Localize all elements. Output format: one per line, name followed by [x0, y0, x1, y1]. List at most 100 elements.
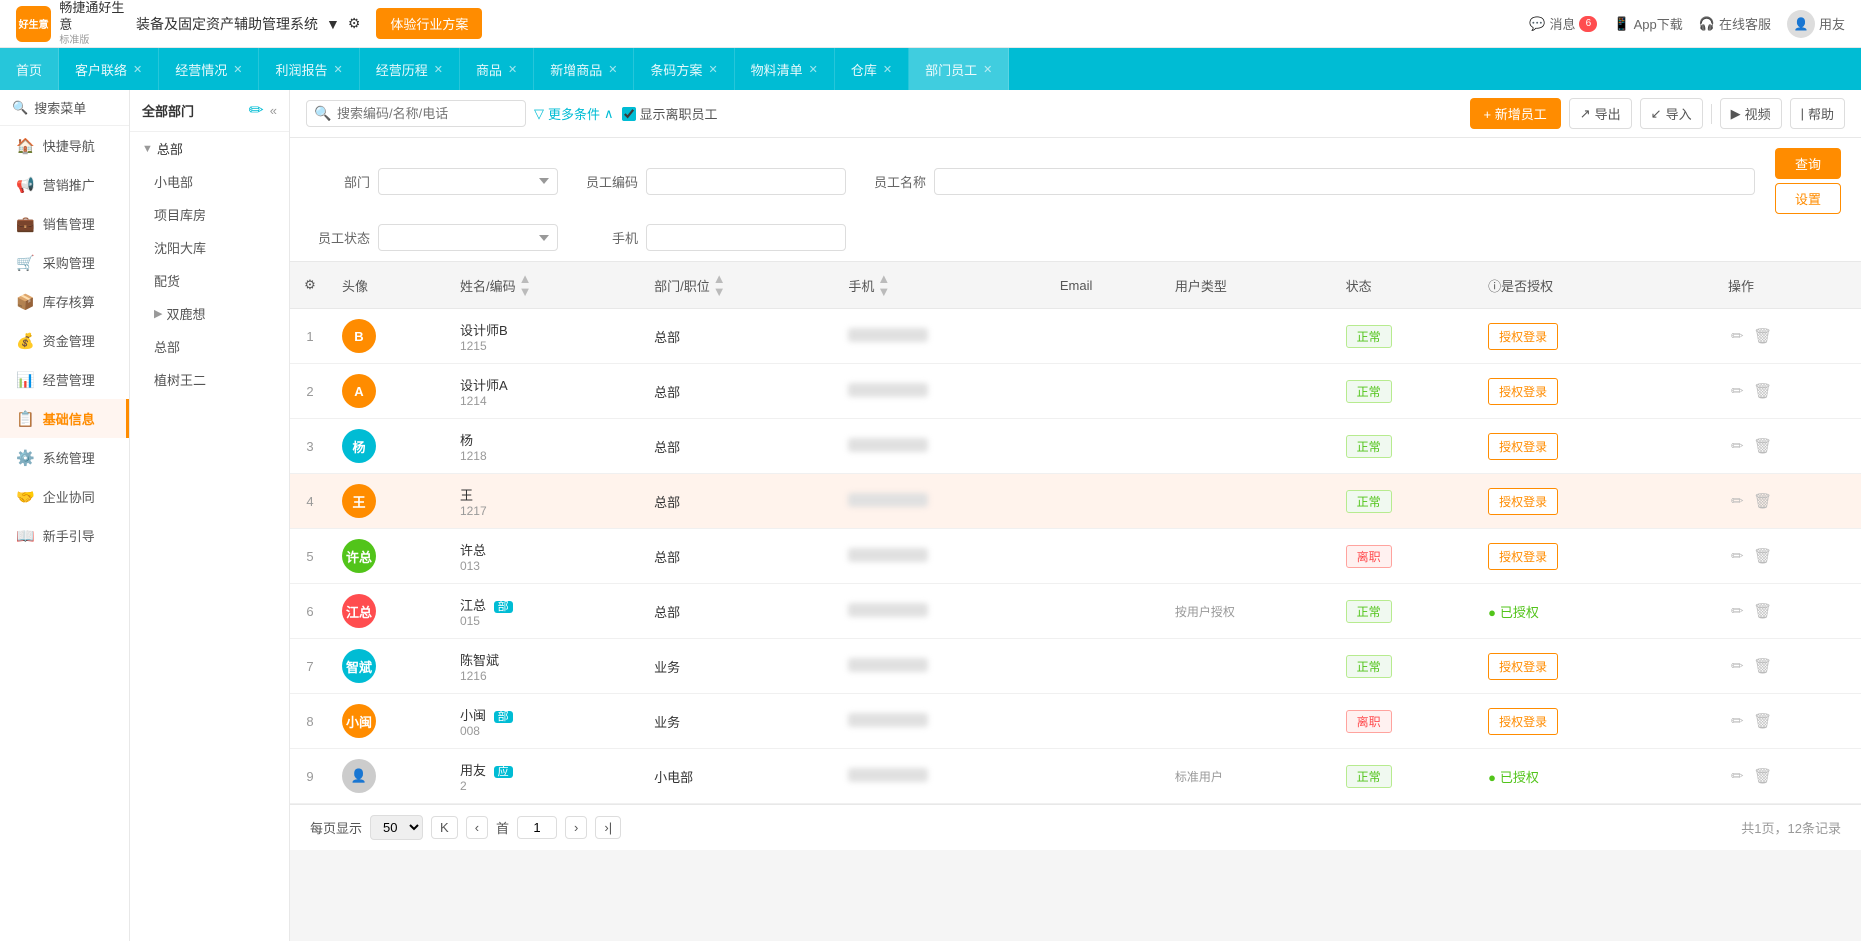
query-button[interactable]: 查询 — [1775, 148, 1841, 179]
dept-edit-btn[interactable]: ✏ — [249, 100, 264, 121]
page-size-select[interactable]: 50 — [370, 815, 423, 840]
edit-icon[interactable]: ✏ — [1731, 548, 1744, 565]
filter-more-btn[interactable]: ▽ 更多条件 ∧ — [534, 104, 614, 123]
dept-node-zongbu-parent[interactable]: ▼ 总部 — [130, 132, 289, 165]
phone-value — [848, 383, 928, 397]
row-num: 6 — [290, 584, 330, 639]
delete-icon[interactable]: 🗑 — [1753, 438, 1772, 455]
add-employee-button[interactable]: + 新增员工 — [1470, 98, 1561, 129]
dept-cell: 业务 — [642, 694, 836, 749]
view-button[interactable]: ▶ 视频 — [1720, 98, 1782, 129]
sidebar-item-basic-info[interactable]: 📋 基础信息 — [0, 399, 129, 438]
dept-node-shenyang[interactable]: 沈阳大库 — [130, 231, 289, 264]
help-button[interactable]: | 帮助 — [1790, 98, 1845, 129]
th-dept[interactable]: 部门/职位 ▲▼ — [642, 262, 836, 309]
th-name[interactable]: 姓名/编码 ▲▼ — [448, 262, 642, 309]
dept-collapse-btn[interactable]: « — [270, 103, 277, 118]
page-number-input[interactable] — [517, 816, 557, 839]
auth-login-btn[interactable]: 授权登录 — [1488, 433, 1558, 460]
auth-login-btn[interactable]: 授权登录 — [1488, 378, 1558, 405]
extra-cell — [1667, 529, 1716, 584]
dept-node-zongbu[interactable]: 总部 — [130, 330, 289, 363]
delete-icon[interactable]: 🗑 — [1753, 548, 1772, 565]
edit-icon[interactable]: ✏ — [1731, 438, 1744, 455]
sidebar-item-search[interactable]: 🔍 搜索菜单 — [0, 90, 129, 126]
tab-profit[interactable]: 利润报告✕ — [259, 48, 359, 90]
sidebar-item-system[interactable]: ⚙️ 系统管理 — [0, 438, 129, 477]
edit-icon[interactable]: ✏ — [1731, 603, 1744, 620]
show-resigned-label[interactable]: 显示离职员工 — [622, 104, 718, 123]
sidebar-item-inventory[interactable]: 📦 库存核算 — [0, 282, 129, 321]
delete-icon[interactable]: 🗑 — [1753, 493, 1772, 510]
message-btn[interactable]: 💬 消息 6 — [1529, 14, 1597, 33]
auth-login-btn[interactable]: 授权登录 — [1488, 653, 1558, 680]
edit-icon[interactable]: ✏ — [1731, 383, 1744, 400]
th-settings[interactable]: ⚙ — [290, 262, 330, 309]
edit-icon[interactable]: ✏ — [1731, 328, 1744, 345]
edit-icon[interactable]: ✏ — [1731, 658, 1744, 675]
next-page-btn[interactable]: › — [565, 816, 587, 839]
phone-value — [848, 328, 928, 342]
show-resigned-checkbox[interactable] — [622, 107, 636, 121]
avatar-cell: 小闽 — [330, 694, 448, 749]
tab-bom[interactable]: 物料清单✕ — [735, 48, 835, 90]
edit-icon[interactable]: ✏ — [1731, 493, 1744, 510]
tab-operation[interactable]: 经营情况✕ — [159, 48, 259, 90]
status-select[interactable] — [378, 224, 558, 251]
export-button[interactable]: ↗ 导出 — [1569, 98, 1632, 129]
sidebar-item-marketing[interactable]: 📢 营销推广 — [0, 165, 129, 204]
tab-barcode[interactable]: 条码方案✕ — [634, 48, 734, 90]
auth-login-btn[interactable]: 授权登录 — [1488, 708, 1558, 735]
import-button[interactable]: ↙ 导入 — [1640, 98, 1703, 129]
sidebar-item-purchase[interactable]: 🛒 采购管理 — [0, 243, 129, 282]
th-phone[interactable]: 手机 ▲▼ — [836, 262, 1048, 309]
delete-icon[interactable]: 🗑 — [1753, 328, 1772, 345]
edit-icon[interactable]: ✏ — [1731, 713, 1744, 730]
auth-login-btn[interactable]: 授权登录 — [1488, 543, 1558, 570]
dept-node-xiaodian[interactable]: 小电部 — [130, 165, 289, 198]
emp-code-input[interactable] — [646, 168, 846, 195]
phone-input[interactable] — [646, 224, 846, 251]
first-page-btn[interactable]: K — [431, 816, 458, 839]
tab-warehouse[interactable]: 仓库✕ — [835, 48, 909, 90]
dept-node-zhishu[interactable]: 植树王二 — [130, 363, 289, 396]
title-dropdown-icon[interactable]: ▼ — [326, 16, 340, 32]
dept-node-shuanglu[interactable]: ▶ 双鹿想 — [130, 297, 289, 330]
auth-login-btn[interactable]: 授权登录 — [1488, 323, 1558, 350]
sidebar-item-guide[interactable]: 📖 新手引导 — [0, 516, 129, 555]
sidebar-item-collaboration[interactable]: 🤝 企业协同 — [0, 477, 129, 516]
extra-cell — [1667, 364, 1716, 419]
service-btn[interactable]: 🎧 在线客服 — [1699, 14, 1771, 33]
tab-history[interactable]: 经营历程✕ — [360, 48, 460, 90]
search-input[interactable] — [306, 100, 526, 127]
delete-icon[interactable]: 🗑 — [1753, 768, 1772, 785]
dept-node-project[interactable]: 项目库房 — [130, 198, 289, 231]
delete-icon[interactable]: 🗑 — [1753, 713, 1772, 730]
settings-icon[interactable]: ⚙ — [348, 15, 361, 32]
tab-new-goods[interactable]: 新增商品✕ — [534, 48, 634, 90]
delete-icon[interactable]: 🗑 — [1753, 658, 1772, 675]
auth-login-btn[interactable]: 授权登录 — [1488, 488, 1558, 515]
status-badge: 离职 — [1346, 545, 1392, 568]
tab-home[interactable]: 首页 — [0, 48, 59, 90]
sidebar-item-quick-nav[interactable]: 🏠 快捷导航 — [0, 126, 129, 165]
dept-node-peihuo[interactable]: 配货 — [130, 264, 289, 297]
prev-page-btn[interactable]: ‹ — [466, 816, 488, 839]
tab-goods[interactable]: 商品✕ — [460, 48, 534, 90]
sidebar-item-sales[interactable]: 💼 销售管理 — [0, 204, 129, 243]
edit-icon[interactable]: ✏ — [1731, 768, 1744, 785]
tab-dept-staff[interactable]: 部门员工✕ — [909, 48, 1009, 90]
app-download-btn[interactable]: 📱 App下载 — [1613, 14, 1682, 33]
emp-name-input[interactable] — [934, 168, 1755, 195]
delete-icon[interactable]: 🗑 — [1753, 383, 1772, 400]
delete-icon[interactable]: 🗑 — [1753, 603, 1772, 620]
last-page-btn[interactable]: ›| — [595, 816, 621, 839]
tab-customer[interactable]: 客户联络✕ — [59, 48, 159, 90]
trial-button[interactable]: 体验行业方案 — [376, 8, 482, 39]
sidebar-item-management[interactable]: 📊 经营管理 — [0, 360, 129, 399]
dept-select[interactable] — [378, 168, 558, 195]
config-button[interactable]: 设置 — [1775, 183, 1841, 214]
sidebar-item-finance[interactable]: 💰 资金管理 — [0, 321, 129, 360]
th-auth: ⓘ是否授权 — [1476, 262, 1667, 309]
user-area[interactable]: 👤 用友 — [1787, 10, 1845, 38]
